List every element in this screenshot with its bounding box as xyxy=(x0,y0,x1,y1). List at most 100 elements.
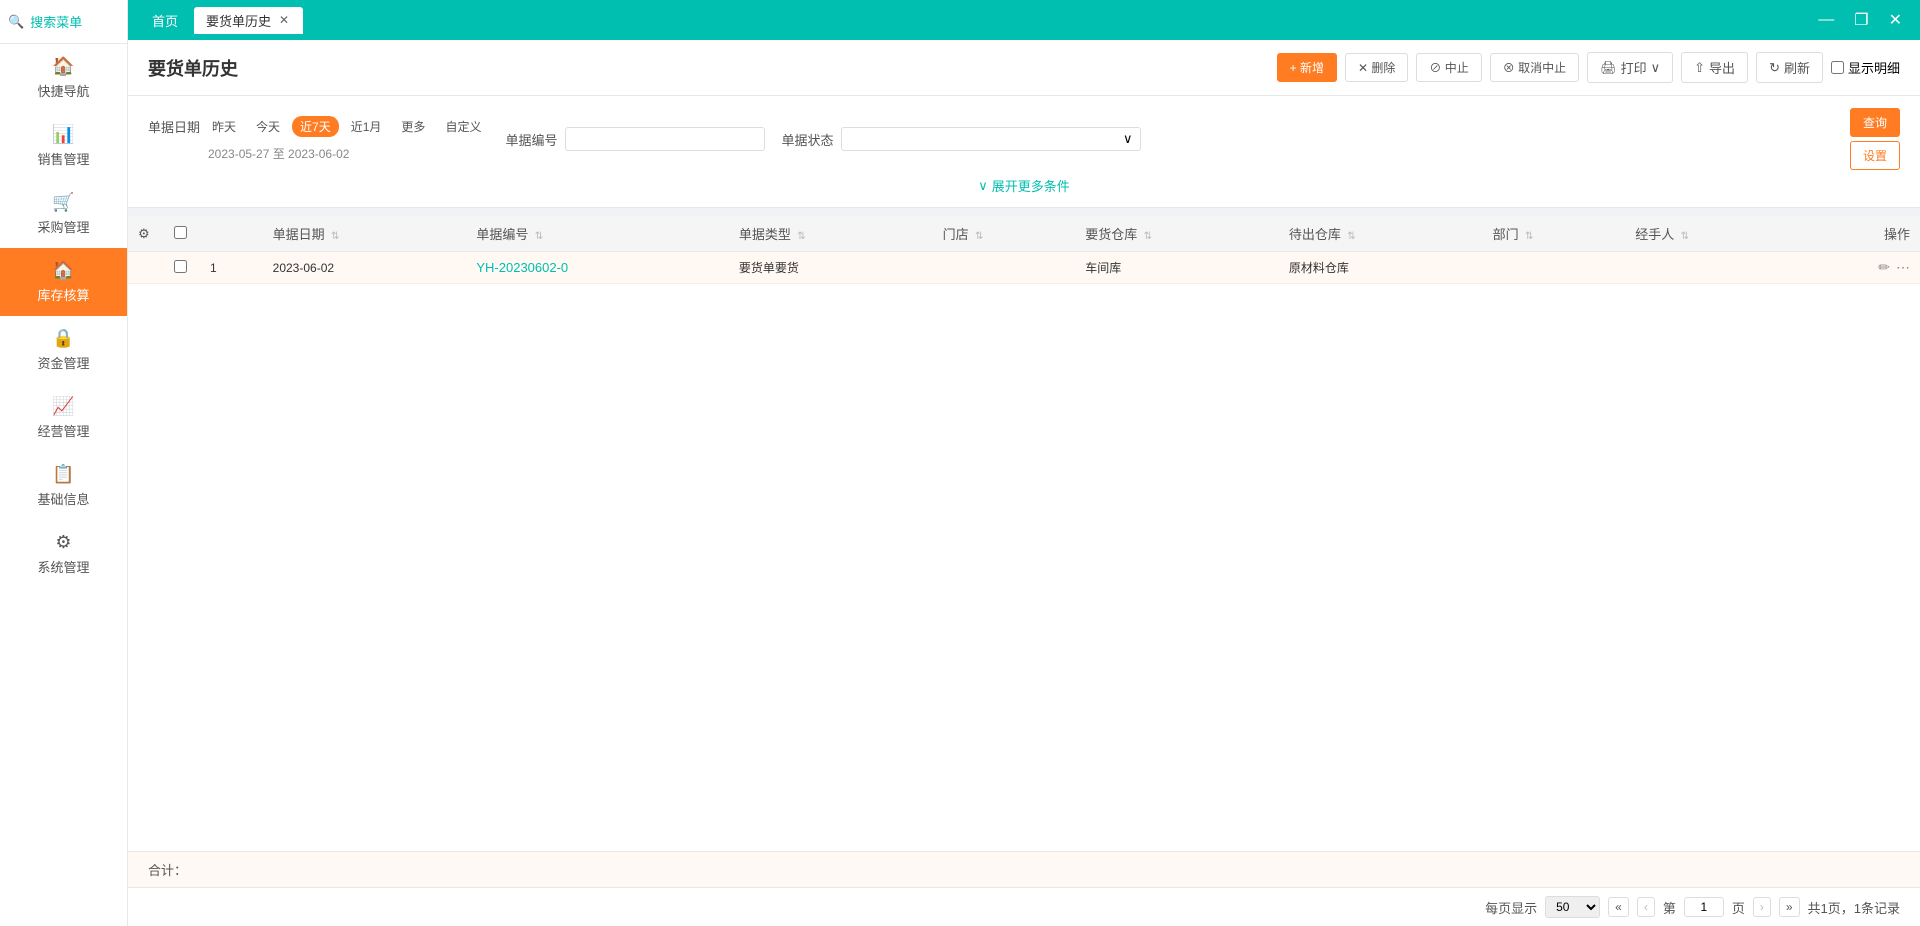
sort-pending-warehouse-icon[interactable]: ⇅ xyxy=(1347,231,1355,242)
sidebar-item-label: 资金管理 xyxy=(37,353,89,372)
next-page-button[interactable]: › xyxy=(1753,897,1771,917)
topbar: 首页 要货单历史 ✕ — ❐ ✕ xyxy=(128,0,1920,40)
basic-icon: 📋 xyxy=(52,464,74,485)
sidebar-item-label: 库存核算 xyxy=(37,285,89,304)
page-label-prefix: 第 xyxy=(1663,898,1676,917)
minimize-button[interactable]: — xyxy=(1812,11,1840,29)
delete-button[interactable]: ✕ 删除 xyxy=(1345,53,1408,82)
sort-date-icon[interactable]: ⇅ xyxy=(331,231,339,242)
prev-page-button[interactable]: ‹ xyxy=(1637,897,1655,917)
settings-button[interactable]: 设置 xyxy=(1850,141,1900,170)
sidebar-item-quick-nav[interactable]: 🏠 快捷导航 xyxy=(0,44,127,112)
date-btn-today[interactable]: 今天 xyxy=(248,116,288,137)
sidebar-item-operation[interactable]: 📈 经营管理 xyxy=(0,384,127,452)
page-size-select[interactable]: 10 20 50 100 xyxy=(1545,896,1600,918)
close-tab-icon[interactable]: ✕ xyxy=(277,13,291,27)
sidebar-item-finance[interactable]: 🔒 资金管理 xyxy=(0,316,127,384)
col-req-warehouse: 要货仓库 ⇅ xyxy=(1075,216,1279,252)
bill-number-input[interactable] xyxy=(565,127,765,151)
sidebar-search[interactable]: 🔍 搜索菜单 xyxy=(0,0,127,44)
page-number-input[interactable] xyxy=(1684,897,1724,917)
display-detail-checkbox[interactable]: 显示明细 xyxy=(1831,58,1900,77)
row-index: 1 xyxy=(200,252,263,284)
select-all-checkbox[interactable] xyxy=(174,226,187,239)
operation-icon: 📈 xyxy=(52,396,74,417)
table-row: 1 2023-06-02 YH-20230602-0 要货单要货 车间库 原材料… xyxy=(128,252,1920,284)
expand-icon: ∨ xyxy=(978,178,988,194)
sidebar-item-label: 系统管理 xyxy=(37,557,89,576)
sort-req-warehouse-icon[interactable]: ⇅ xyxy=(1144,231,1152,242)
stop-button[interactable]: ⊘ 中止 xyxy=(1416,53,1481,82)
col-handler: 经手人 ⇅ xyxy=(1625,216,1798,252)
bill-number-label: 单据编号 xyxy=(505,130,557,149)
sidebar-item-basic[interactable]: 📋 基础信息 xyxy=(0,452,127,520)
row-pending-warehouse: 原材料仓库 xyxy=(1279,252,1483,284)
sidebar: 🔍 搜索菜单 🏠 快捷导航 📊 销售管理 🛒 采购管理 🏠 库存核算 🔒 资金管… xyxy=(0,0,128,926)
row-handler xyxy=(1625,252,1798,284)
purchase-icon: 🛒 xyxy=(52,192,74,213)
content-area: 要货单历史 + 新增 ✕ 删除 ⊘ 中止 ⊗ 取消中止 🖨 🖨 打印 打印 ∨ … xyxy=(128,40,1920,926)
sidebar-item-inventory[interactable]: 🏠 库存核算 xyxy=(0,248,127,316)
sort-type-icon[interactable]: ⇅ xyxy=(797,231,805,242)
col-number: 单据编号 ⇅ xyxy=(466,216,729,252)
sort-store-icon[interactable]: ⇅ xyxy=(975,231,983,242)
window-close-button[interactable]: ✕ xyxy=(1883,10,1908,30)
sidebar-item-sales[interactable]: 📊 销售管理 xyxy=(0,112,127,180)
row-store xyxy=(933,252,1076,284)
col-store: 门店 ⇅ xyxy=(933,216,1076,252)
pagination: 每页显示 10 20 50 100 « ‹ 第 页 › » 共1页，1条记录 xyxy=(128,887,1920,926)
row-more-button[interactable]: ⋯ xyxy=(1896,259,1910,276)
display-detail-input[interactable] xyxy=(1831,61,1844,74)
sidebar-item-label: 销售管理 xyxy=(37,149,89,168)
col-department: 部门 ⇅ xyxy=(1483,216,1626,252)
sidebar-item-label: 快捷导航 xyxy=(37,81,89,100)
status-select[interactable]: ∨ xyxy=(841,127,1141,151)
col-checkbox xyxy=(164,216,200,252)
date-filter-row: 单据日期 昨天 今天 近7天 近1月 更多 自定义 xyxy=(148,116,489,137)
tab-home[interactable]: 首页 xyxy=(140,7,190,34)
row-department xyxy=(1483,252,1626,284)
refresh-button[interactable]: ↻ 刷新 xyxy=(1756,52,1823,83)
print-button[interactable]: 🖨 🖨 打印 打印 ∨ xyxy=(1587,52,1673,83)
query-button[interactable]: 查询 xyxy=(1850,108,1900,137)
col-type: 单据类型 ⇅ xyxy=(729,216,933,252)
sort-department-icon[interactable]: ⇅ xyxy=(1525,231,1533,242)
expand-more-btn[interactable]: ∨ 展开更多条件 xyxy=(148,176,1900,195)
table-settings-icon[interactable]: ⚙ xyxy=(138,226,150,241)
date-btn-more[interactable]: 更多 xyxy=(393,116,433,137)
row-req-warehouse: 车间库 xyxy=(1075,252,1279,284)
header-buttons: + 新增 ✕ 删除 ⊘ 中止 ⊗ 取消中止 🖨 🖨 打印 打印 ∨ ⇧ 导出 ↻… xyxy=(1277,52,1900,83)
row-checkbox[interactable] xyxy=(174,260,187,273)
date-filter: 单据日期 昨天 今天 近7天 近1月 更多 自定义 2023-05-27 至 2… xyxy=(148,116,489,162)
sidebar-item-system[interactable]: ⚙ 系统管理 xyxy=(0,520,127,588)
date-btn-7days[interactable]: 近7天 xyxy=(292,116,339,137)
row-checkbox-cell xyxy=(164,252,200,284)
date-btn-yesterday[interactable]: 昨天 xyxy=(204,116,244,137)
restore-button[interactable]: ❐ xyxy=(1848,10,1874,30)
bill-number-filter: 单据编号 xyxy=(505,127,765,151)
table-wrap: ⚙ 单据日期 ⇅ 单据编号 xyxy=(128,216,1920,851)
sort-number-icon[interactable]: ⇅ xyxy=(535,231,543,242)
inventory-icon: 🏠 xyxy=(52,260,74,281)
tab-bill-history[interactable]: 要货单历史 ✕ xyxy=(194,7,303,34)
data-table: ⚙ 单据日期 ⇅ 单据编号 xyxy=(128,216,1920,284)
first-page-button[interactable]: « xyxy=(1608,897,1629,917)
tab-label: 要货单历史 xyxy=(206,11,271,30)
new-button[interactable]: + 新增 xyxy=(1277,53,1337,82)
row-edit-button[interactable]: ✏ xyxy=(1878,259,1890,276)
date-btn-custom[interactable]: 自定义 xyxy=(437,116,489,137)
sidebar-item-purchase[interactable]: 🛒 采购管理 xyxy=(0,180,127,248)
sales-icon: 📊 xyxy=(52,124,74,145)
status-filter: 单据状态 ∨ xyxy=(781,127,1834,151)
row-number: YH-20230602-0 xyxy=(466,252,729,284)
sort-handler-icon[interactable]: ⇅ xyxy=(1681,231,1689,242)
date-btn-1month[interactable]: 近1月 xyxy=(343,116,390,137)
last-page-button[interactable]: » xyxy=(1779,897,1800,917)
print-icon: 🖨 xyxy=(1600,60,1617,76)
pagination-summary: 共1页，1条记录 xyxy=(1808,898,1900,917)
cancel-stop-button[interactable]: ⊗ 取消中止 xyxy=(1490,53,1579,82)
footer-label: 合计： xyxy=(148,860,187,879)
row-number-link[interactable]: YH-20230602-0 xyxy=(476,260,568,275)
export-button[interactable]: ⇧ 导出 xyxy=(1681,52,1748,83)
status-dropdown-icon: ∨ xyxy=(1123,131,1133,147)
